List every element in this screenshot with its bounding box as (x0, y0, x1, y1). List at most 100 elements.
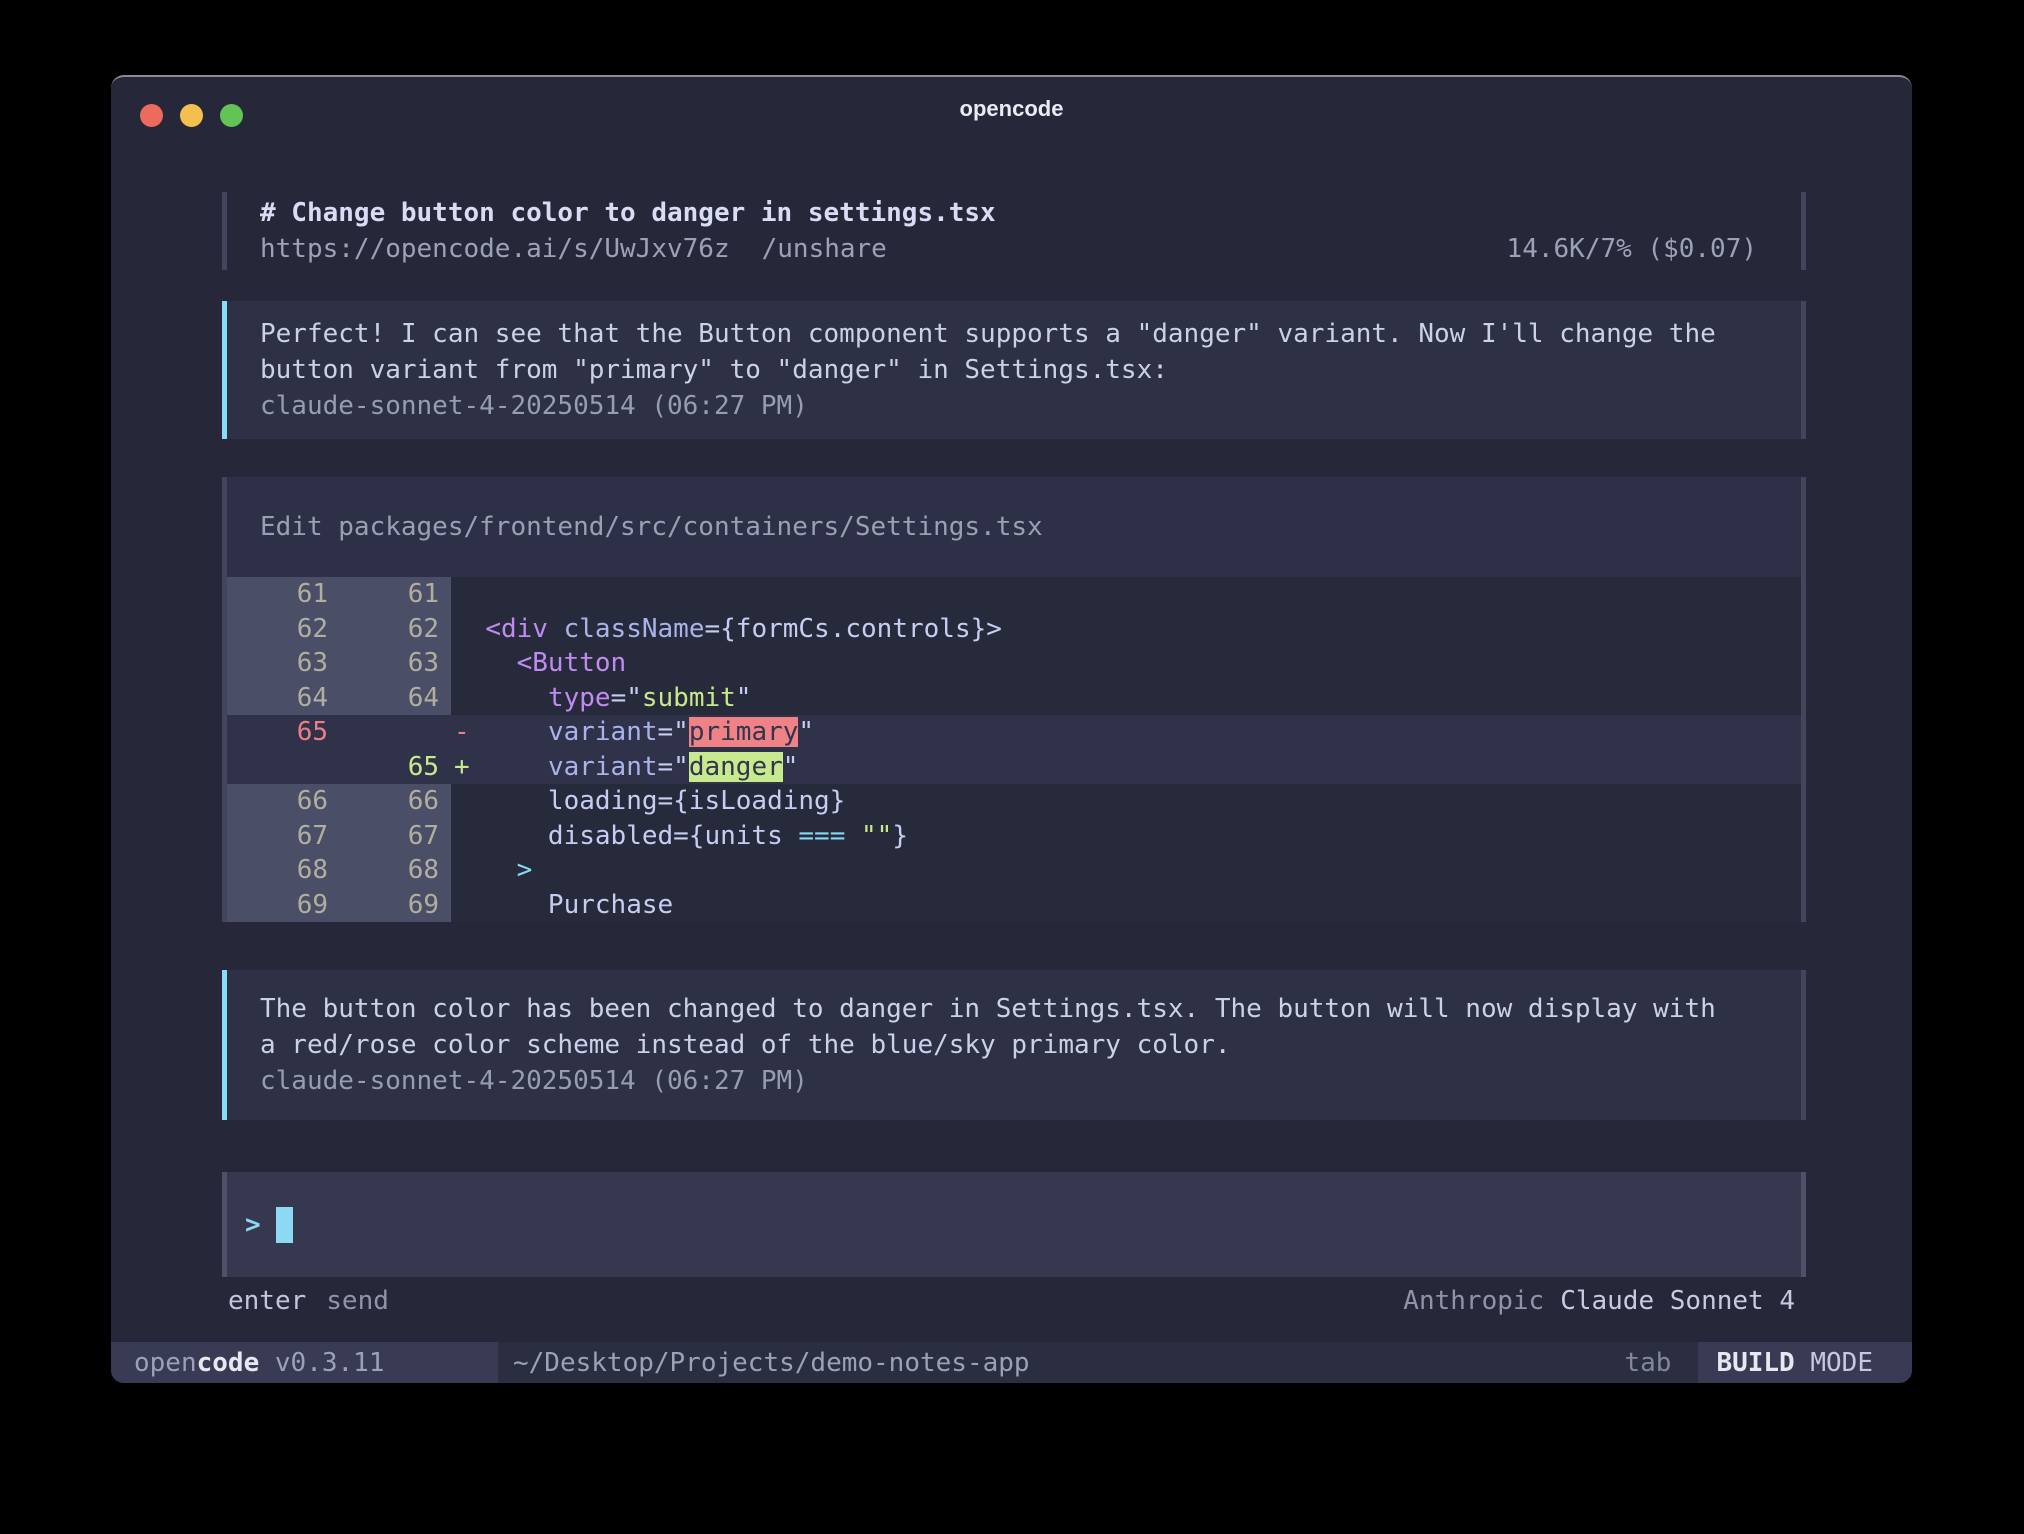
old-line-number: 63 (227, 646, 340, 681)
old-line-number: 67 (227, 819, 340, 854)
enter-key-hint: enter (228, 1286, 306, 1316)
spacer (887, 231, 1507, 267)
code-token (548, 614, 564, 644)
code-token: <div (485, 614, 548, 644)
mode-segment[interactable]: BUILD MODE (1698, 1342, 1912, 1383)
old-line-number: 62 (227, 612, 340, 647)
diff-row: 6767 disabled={units === ""} (227, 819, 1801, 854)
diff-code-line: disabled={units === ""} (451, 819, 1801, 854)
diff-marker: - (454, 717, 470, 747)
status-bar: opencode v0.3.11 ~/Desktop/Projects/demo… (111, 1342, 1912, 1383)
window-title: opencode (111, 96, 1912, 122)
code-token: === (798, 821, 845, 851)
code-token: > (517, 855, 533, 885)
code-token (485, 717, 548, 747)
code-token: " (798, 717, 814, 747)
diff-code-line: - variant="primary" (451, 715, 1801, 750)
old-line-number: 64 (227, 681, 340, 716)
new-line-number: 63 (340, 646, 451, 681)
code-token: submit (642, 683, 736, 713)
new-line-number: 65 (340, 750, 451, 785)
code-token: =" (658, 752, 689, 782)
provider-name: Anthropic (1403, 1286, 1544, 1316)
diff-marker (454, 614, 470, 644)
diff-marker (454, 855, 470, 885)
code-token: "" (861, 821, 892, 851)
tab-key-hint[interactable]: tab (1624, 1348, 1671, 1378)
diff-row: 6868 > (227, 853, 1801, 888)
assistant-message-text: Perfect! I can see that the Button compo… (260, 316, 1771, 388)
diff-marker (454, 579, 470, 609)
new-line-number: 67 (340, 819, 451, 854)
mode-name: BUILD (1716, 1348, 1794, 1378)
spacer (730, 231, 762, 267)
old-line-number: 68 (227, 853, 340, 888)
app-version-segment: opencode v0.3.11 (111, 1342, 498, 1383)
code-token: disabled={units (485, 821, 798, 851)
model-indicator: AnthropicClaude Sonnet 4 (1403, 1286, 1795, 1316)
unshare-command[interactable]: /unshare (762, 231, 887, 267)
code-token: variant (548, 752, 658, 782)
new-line-number: 66 (340, 784, 451, 819)
diff-marker (454, 890, 470, 920)
model-timestamp: claude-sonnet-4-20250514 (06:27 PM) (260, 388, 1771, 424)
old-line-number: 66 (227, 784, 340, 819)
prompt-symbol: > (245, 1210, 261, 1240)
old-line-number: 61 (227, 577, 340, 612)
code-token: <Button (517, 648, 627, 678)
diff-row: 6969 Purchase (227, 888, 1801, 923)
code-token: primary (689, 717, 799, 747)
new-line-number: 69 (340, 888, 451, 923)
diff-code-line: <Button (451, 646, 1801, 681)
edit-tool-call: Edit packages/frontend/src/containers/Se… (222, 477, 1806, 922)
text-cursor (276, 1207, 293, 1243)
code-token: =" (658, 717, 689, 747)
diff-row: 6464 type="submit" (227, 681, 1801, 716)
new-line-number: 62 (340, 612, 451, 647)
diff-row: 6666 loading={isLoading} (227, 784, 1801, 819)
old-line-number (227, 750, 340, 785)
app-version: v0.3.11 (275, 1348, 385, 1378)
code-token: ={formCs.controls}> (704, 614, 1001, 644)
mode-label: MODE (1810, 1348, 1873, 1378)
opencode-window: opencode # Change button color to danger… (111, 75, 1912, 1383)
chat-input[interactable]: > (222, 1172, 1806, 1277)
code-token: className (564, 614, 705, 644)
assistant-message: Perfect! I can see that the Button compo… (222, 301, 1806, 439)
model-timestamp: claude-sonnet-4-20250514 (06:27 PM) (260, 1063, 1771, 1099)
diff-marker: + (454, 752, 470, 782)
new-line-number: 64 (340, 681, 451, 716)
diff-code-line: > (451, 853, 1801, 888)
code-token: } (892, 821, 908, 851)
new-line-number: 68 (340, 853, 451, 888)
code-token (485, 752, 548, 782)
diff-marker (454, 786, 470, 816)
diff-marker (454, 683, 470, 713)
diff-code-line: <div className={formCs.controls}> (451, 612, 1801, 647)
code-token: variant (548, 717, 658, 747)
diff-row: 6363 <Button (227, 646, 1801, 681)
send-action-label: send (326, 1286, 389, 1316)
code-token: " (736, 683, 752, 713)
old-line-number: 65 (227, 715, 340, 750)
new-line-number (340, 715, 451, 750)
code-token: type (548, 683, 611, 713)
session-header: # Change button color to danger in setti… (222, 192, 1806, 270)
diff-code-line: Purchase (451, 888, 1801, 923)
working-directory: ~/Desktop/Projects/demo-notes-app (513, 1348, 1030, 1378)
code-token: " (783, 752, 799, 782)
token-usage-cost: 14.6K/7% ($0.07) (1507, 231, 1757, 267)
code-token: =" (611, 683, 642, 713)
diff-view: 6161 6262 <div className={formCs.control… (227, 577, 1801, 922)
code-token (845, 821, 861, 851)
code-token: danger (689, 752, 783, 782)
code-token (485, 683, 548, 713)
diff-code-line (451, 577, 1801, 612)
share-url-link[interactable]: https://opencode.ai/s/UwJxv76z (260, 231, 730, 267)
code-token: loading={isLoading} (485, 786, 845, 816)
hint-row: enter send AnthropicClaude Sonnet 4 (222, 1283, 1806, 1319)
old-line-number: 69 (227, 888, 340, 923)
diff-marker (454, 821, 470, 851)
send-hint: enter send (228, 1286, 389, 1316)
diff-row: 65 - variant="primary" (227, 715, 1801, 750)
